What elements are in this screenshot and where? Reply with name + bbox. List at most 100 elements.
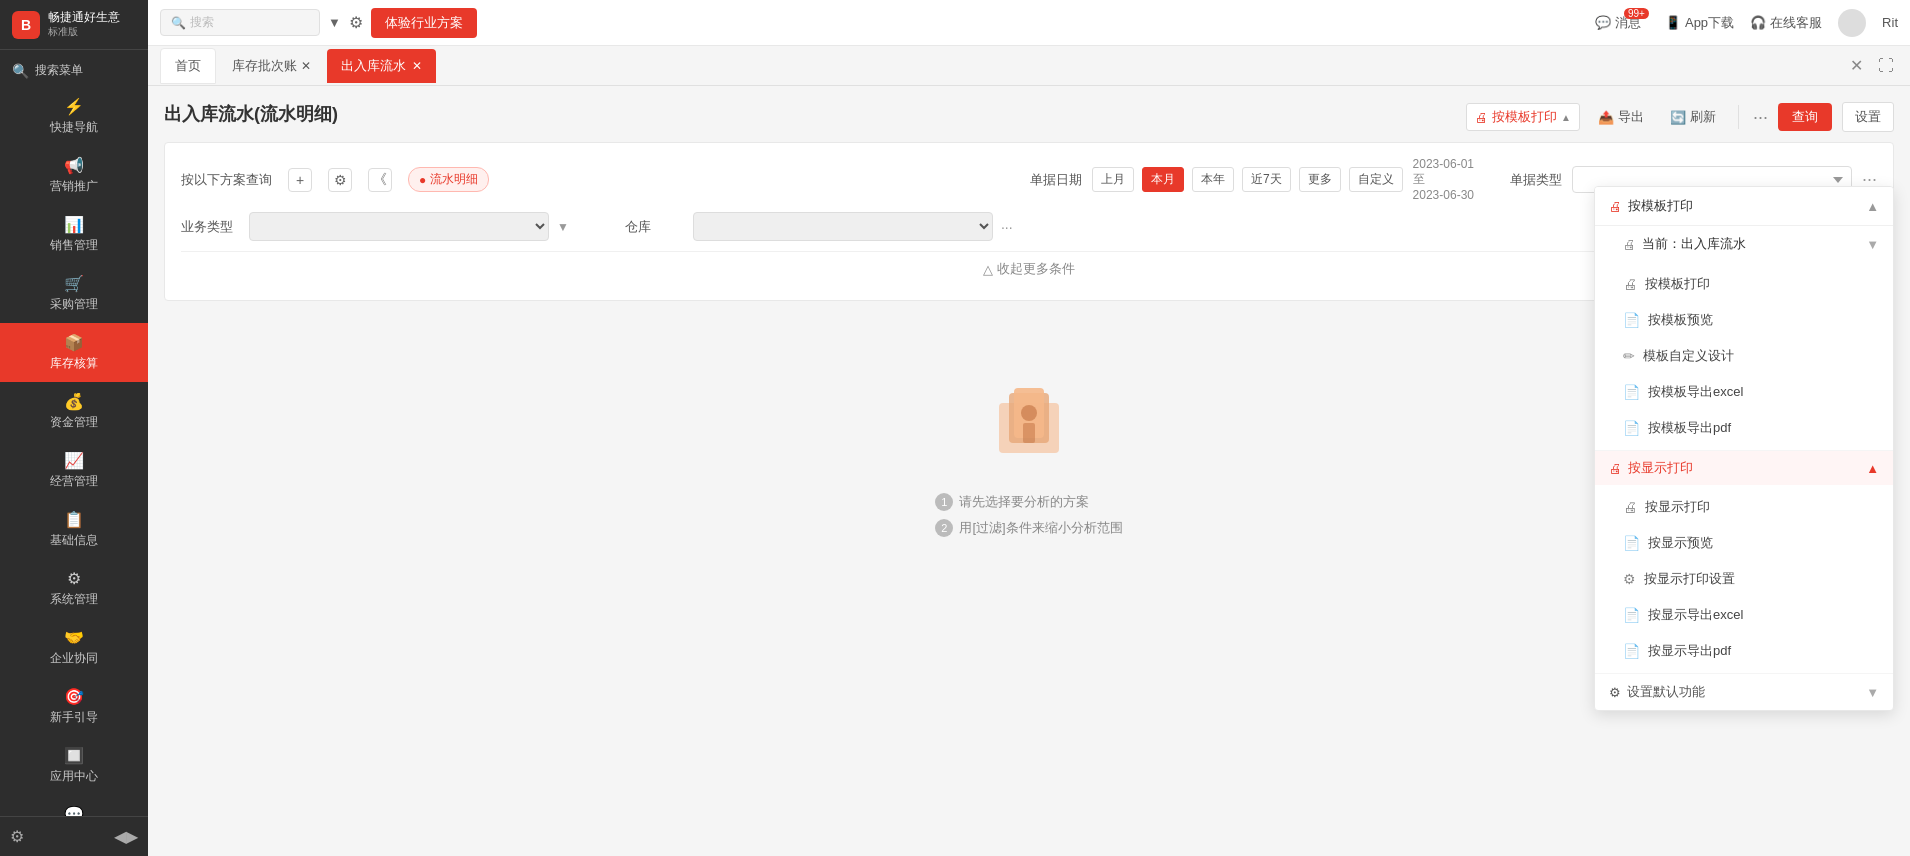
sidebar-item-sales[interactable]: 📊 销售管理 [0, 205, 148, 264]
chevron-up-icon: ▲ [1561, 112, 1571, 123]
dp-item-display-settings[interactable]: ⚙ 按显示打印设置 [1595, 561, 1893, 597]
export-button[interactable]: 📤 导出 [1590, 104, 1652, 130]
date-custom[interactable]: 自定义 [1349, 167, 1403, 192]
tip-num-1: 1 [935, 493, 953, 511]
refresh-icon: 🔄 [1670, 110, 1686, 125]
filter-settings-icon[interactable]: ⚙ [328, 168, 352, 192]
print-template-button[interactable]: 🖨 按模板打印 ▲ [1466, 103, 1580, 131]
sidebar-item-label: 营销推广 [50, 178, 98, 195]
settings-bottom-icon[interactable]: ⚙ [10, 827, 24, 846]
dp-chevron-up-icon[interactable]: ▲ [1866, 199, 1879, 214]
tab-flow-close-icon[interactable]: ✕ [412, 59, 422, 73]
query-button[interactable]: 查询 [1778, 103, 1832, 131]
sidebar-item-finance[interactable]: 💰 资金管理 [0, 382, 148, 441]
date-more[interactable]: 更多 [1299, 167, 1341, 192]
tab-home[interactable]: 首页 [160, 48, 216, 84]
finance-icon: 💰 [64, 392, 84, 411]
sidebar-item-inventory[interactable]: 📦 库存核算 [0, 323, 148, 382]
app-download-button[interactable]: 📱 App下载 [1665, 14, 1734, 32]
sidebar-item-basic[interactable]: 📋 基础信息 [0, 500, 148, 559]
biz-type-dropdown-icon[interactable]: ▼ [557, 220, 569, 234]
minimize-button[interactable]: ✕ [1844, 54, 1868, 78]
sales-icon: 📊 [64, 215, 84, 234]
topbar-search-box[interactable]: 🔍 搜索 [160, 9, 320, 36]
add-filter-button[interactable]: + [288, 168, 312, 192]
sidebar-item-system[interactable]: ⚙ 系统管理 [0, 559, 148, 618]
inventory-icon: 📦 [64, 333, 84, 352]
sidebar-item-quicknav[interactable]: ⚡ 快捷导航 [0, 87, 148, 146]
topbar-right: 💬 消息 99+ 📱 App下载 🎧 在线客服 Rit [1595, 9, 1898, 37]
empty-tip-1: 1 请先选择要分析的方案 [935, 493, 1122, 511]
message-button[interactable]: 💬 消息 99+ [1595, 14, 1641, 32]
sidebar-item-apps[interactable]: 🔲 应用中心 [0, 736, 148, 795]
dp-item-template-preview[interactable]: 📄 按模板预览 [1595, 302, 1893, 338]
sidebar-item-purchase[interactable]: 🛒 采购管理 [0, 264, 148, 323]
tip-text-2: 用[过滤]条件来缩小分析范围 [959, 519, 1122, 537]
dp-header-icon: 🖨 [1609, 199, 1622, 214]
dp-display-section-header[interactable]: 🖨 按显示打印 ▲ [1595, 451, 1893, 485]
preview-icon: 📄 [1623, 312, 1640, 328]
collapse-sidebar-icon[interactable]: ◀▶ [114, 827, 138, 846]
empty-state-icon [979, 373, 1079, 473]
sidebar-item-label: 库存核算 [50, 355, 98, 372]
date-last-month[interactable]: 上月 [1092, 167, 1134, 192]
app-download-label: App下载 [1685, 14, 1734, 32]
biz-type-select[interactable] [249, 212, 549, 241]
sidebar-item-search[interactable]: 🔍 搜索菜单 [0, 54, 148, 87]
dp-item-display-export-pdf[interactable]: 📄 按显示导出pdf [1595, 633, 1893, 669]
settings-button[interactable]: 设置 [1842, 102, 1894, 132]
tab-batch-label: 库存批次账 [232, 58, 297, 73]
sidebar-item-collab[interactable]: 🤝 企业协同 [0, 618, 148, 677]
apps-icon: 🔲 [64, 746, 84, 765]
marketing-icon: 📢 [64, 156, 84, 175]
warehouse-label: 仓库 [625, 218, 685, 236]
date-7days[interactable]: 近7天 [1242, 167, 1291, 192]
refresh-button[interactable]: 🔄 刷新 [1662, 104, 1724, 130]
dp-item-display-print[interactable]: 🖨 按显示打印 [1595, 489, 1893, 525]
topbar-dropdown-icon[interactable]: ▼ [328, 15, 341, 30]
filter-section-label: 按以下方案查询 [181, 171, 272, 189]
more-options-icon[interactable]: ··· [1753, 107, 1768, 128]
date-this-month[interactable]: 本月 [1142, 167, 1184, 192]
biz-type-label: 业务类型 [181, 218, 241, 236]
tab-flow[interactable]: 出入库流水 ✕ [327, 49, 436, 83]
dp-item-display-export-excel[interactable]: 📄 按显示导出excel [1595, 597, 1893, 633]
maximize-button[interactable]: ⛶ [1874, 54, 1898, 78]
warehouse-select[interactable] [693, 212, 993, 241]
active-filter-tag[interactable]: ● 流水明细 [408, 167, 489, 192]
dp-item-template-print[interactable]: 🖨 按模板打印 [1595, 266, 1893, 302]
dp-item-label: 按模板打印 [1645, 275, 1710, 293]
sidebar-item-label: 经营管理 [50, 473, 98, 490]
pdf-icon: 📄 [1623, 420, 1640, 436]
date-this-year[interactable]: 本年 [1192, 167, 1234, 192]
sidebar-item-marketing[interactable]: 📢 营销推广 [0, 146, 148, 205]
gear-icon: ⚙ [334, 172, 347, 188]
tab-batch-close-icon[interactable]: ✕ [301, 59, 311, 73]
display-print-section-icon: 🖨 [1609, 461, 1622, 476]
warehouse-more-icon[interactable]: ··· [1001, 219, 1013, 235]
sidebar-item-wechat[interactable]: 💬 企业微信 [0, 795, 148, 816]
trial-button[interactable]: 体验行业方案 [371, 8, 477, 38]
online-service-button[interactable]: 🎧 在线客服 [1750, 14, 1822, 32]
export-icon: 📤 [1598, 110, 1614, 125]
dp-title: 按模板打印 [1628, 197, 1693, 215]
dp-item-template-export-excel[interactable]: 📄 按模板导出excel [1595, 374, 1893, 410]
collapse-filter-icon[interactable]: 《 [368, 168, 392, 192]
sidebar-item-operation[interactable]: 📈 经营管理 [0, 441, 148, 500]
quicknav-icon: ⚡ [64, 97, 84, 116]
topbar-gear-icon[interactable]: ⚙ [349, 13, 363, 32]
dp-item-display-preview[interactable]: 📄 按显示预览 [1595, 525, 1893, 561]
date-range-display: 2023-06-01 至 2023-06-30 [1413, 157, 1474, 202]
tab-batch[interactable]: 库存批次账 ✕ [218, 49, 325, 83]
message-badge: 99+ [1624, 8, 1649, 19]
sidebar-item-guide[interactable]: 🎯 新手引导 [0, 677, 148, 736]
dp-current-item[interactable]: 🖨 当前：出入库流水 ▼ [1595, 226, 1893, 262]
dp-item-label: 按显示导出pdf [1648, 642, 1731, 660]
printer-icon: 🖨 [1623, 276, 1637, 292]
dp-footer-set-default[interactable]: ⚙ 设置默认功能 ▼ [1595, 674, 1893, 710]
dp-item-template-custom[interactable]: ✏ 模板自定义设计 [1595, 338, 1893, 374]
divider [1738, 105, 1739, 129]
dp-item-template-export-pdf[interactable]: 📄 按模板导出pdf [1595, 410, 1893, 446]
user-avatar[interactable] [1838, 9, 1866, 37]
warehouse-filter: 仓库 ··· [625, 212, 1013, 241]
